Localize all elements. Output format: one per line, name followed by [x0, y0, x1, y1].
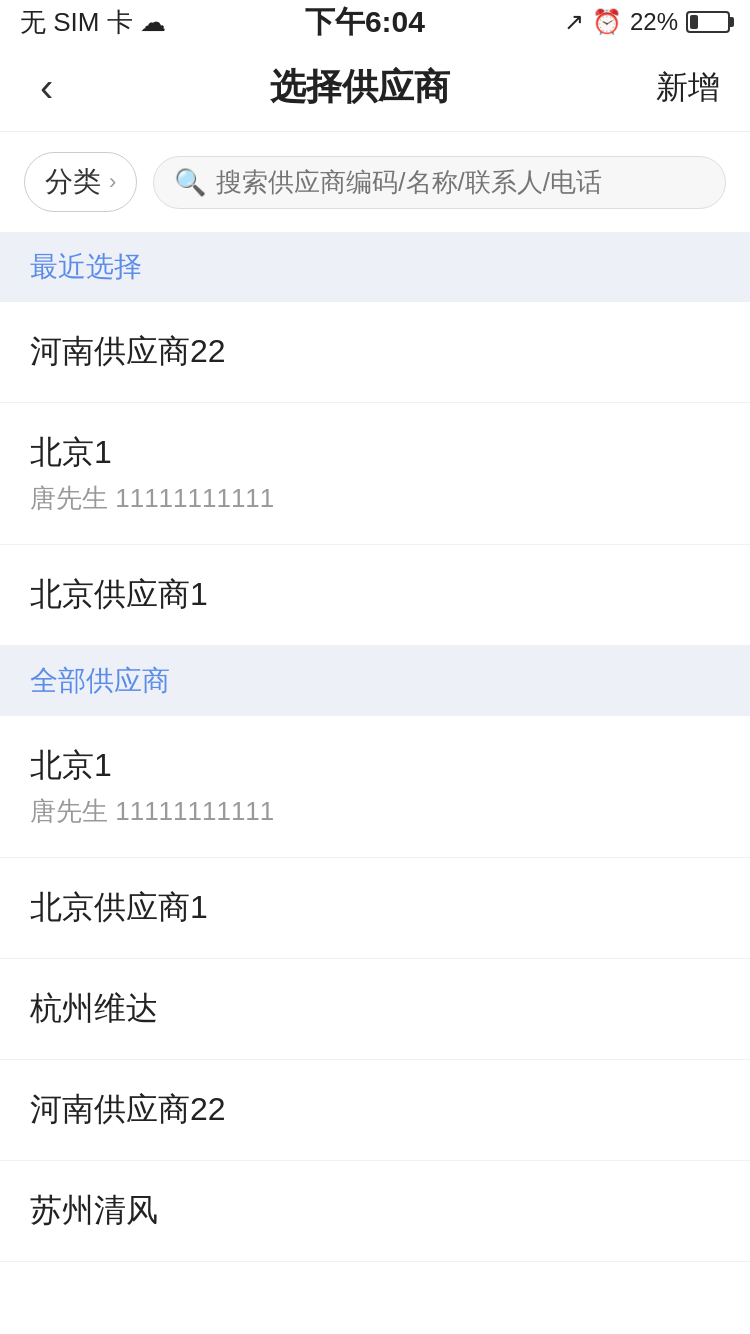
item-sub: 唐先生 11111111111	[30, 481, 720, 516]
status-bar: 无 SIM 卡 ☁ 下午6:04 ↗ ⏰ 22%	[0, 0, 750, 44]
back-button[interactable]: ‹	[30, 55, 63, 120]
item-name: 北京供应商1	[30, 573, 720, 617]
battery-fill	[690, 15, 698, 29]
page-title: 选择供应商	[270, 63, 450, 112]
list-item[interactable]: 北京1 唐先生 11111111111	[0, 716, 750, 858]
list-item[interactable]: 苏州清风	[0, 1161, 750, 1262]
item-name: 杭州维达	[30, 987, 720, 1031]
add-button[interactable]: 新增	[656, 66, 720, 110]
category-label: 分类	[45, 163, 101, 201]
search-input[interactable]	[216, 167, 705, 198]
item-name: 河南供应商22	[30, 1088, 720, 1132]
item-name: 北京供应商1	[30, 886, 720, 930]
item-name: 北京1	[30, 431, 720, 475]
item-name: 苏州清风	[30, 1189, 720, 1233]
all-section-label: 全部供应商	[30, 665, 170, 696]
all-list: 北京1 唐先生 11111111111 北京供应商1 杭州维达 河南供应商22 …	[0, 716, 750, 1262]
list-item[interactable]: 北京供应商1	[0, 545, 750, 646]
battery-indicator	[686, 11, 730, 33]
battery-text: 22%	[630, 8, 678, 36]
alarm-icon: ⏰	[592, 8, 622, 36]
location-icon: ↗	[564, 8, 584, 36]
list-item[interactable]: 河南供应商22	[0, 1060, 750, 1161]
list-item[interactable]: 北京1 唐先生 11111111111	[0, 403, 750, 545]
item-sub: 唐先生 11111111111	[30, 794, 720, 829]
chevron-right-icon: ›	[109, 169, 116, 195]
list-item[interactable]: 杭州维达	[0, 959, 750, 1060]
status-time: 下午6:04	[305, 2, 425, 43]
recent-section-header: 最近选择	[0, 232, 750, 302]
status-left: 无 SIM 卡 ☁	[20, 5, 166, 40]
nav-bar: ‹ 选择供应商 新增	[0, 44, 750, 132]
item-name: 北京1	[30, 744, 720, 788]
filter-bar: 分类 › 🔍	[0, 132, 750, 232]
item-name: 河南供应商22	[30, 330, 720, 374]
list-item[interactable]: 北京供应商1	[0, 858, 750, 959]
no-sim-text: 无 SIM 卡 ☁	[20, 5, 166, 40]
recent-section-label: 最近选择	[30, 251, 142, 282]
status-right: ↗ ⏰ 22%	[564, 8, 730, 36]
category-button[interactable]: 分类 ›	[24, 152, 137, 212]
search-box[interactable]: 🔍	[153, 156, 726, 209]
all-section-header: 全部供应商	[0, 646, 750, 716]
list-item[interactable]: 河南供应商22	[0, 302, 750, 403]
recent-list: 河南供应商22 北京1 唐先生 11111111111 北京供应商1	[0, 302, 750, 646]
search-icon: 🔍	[174, 167, 206, 198]
